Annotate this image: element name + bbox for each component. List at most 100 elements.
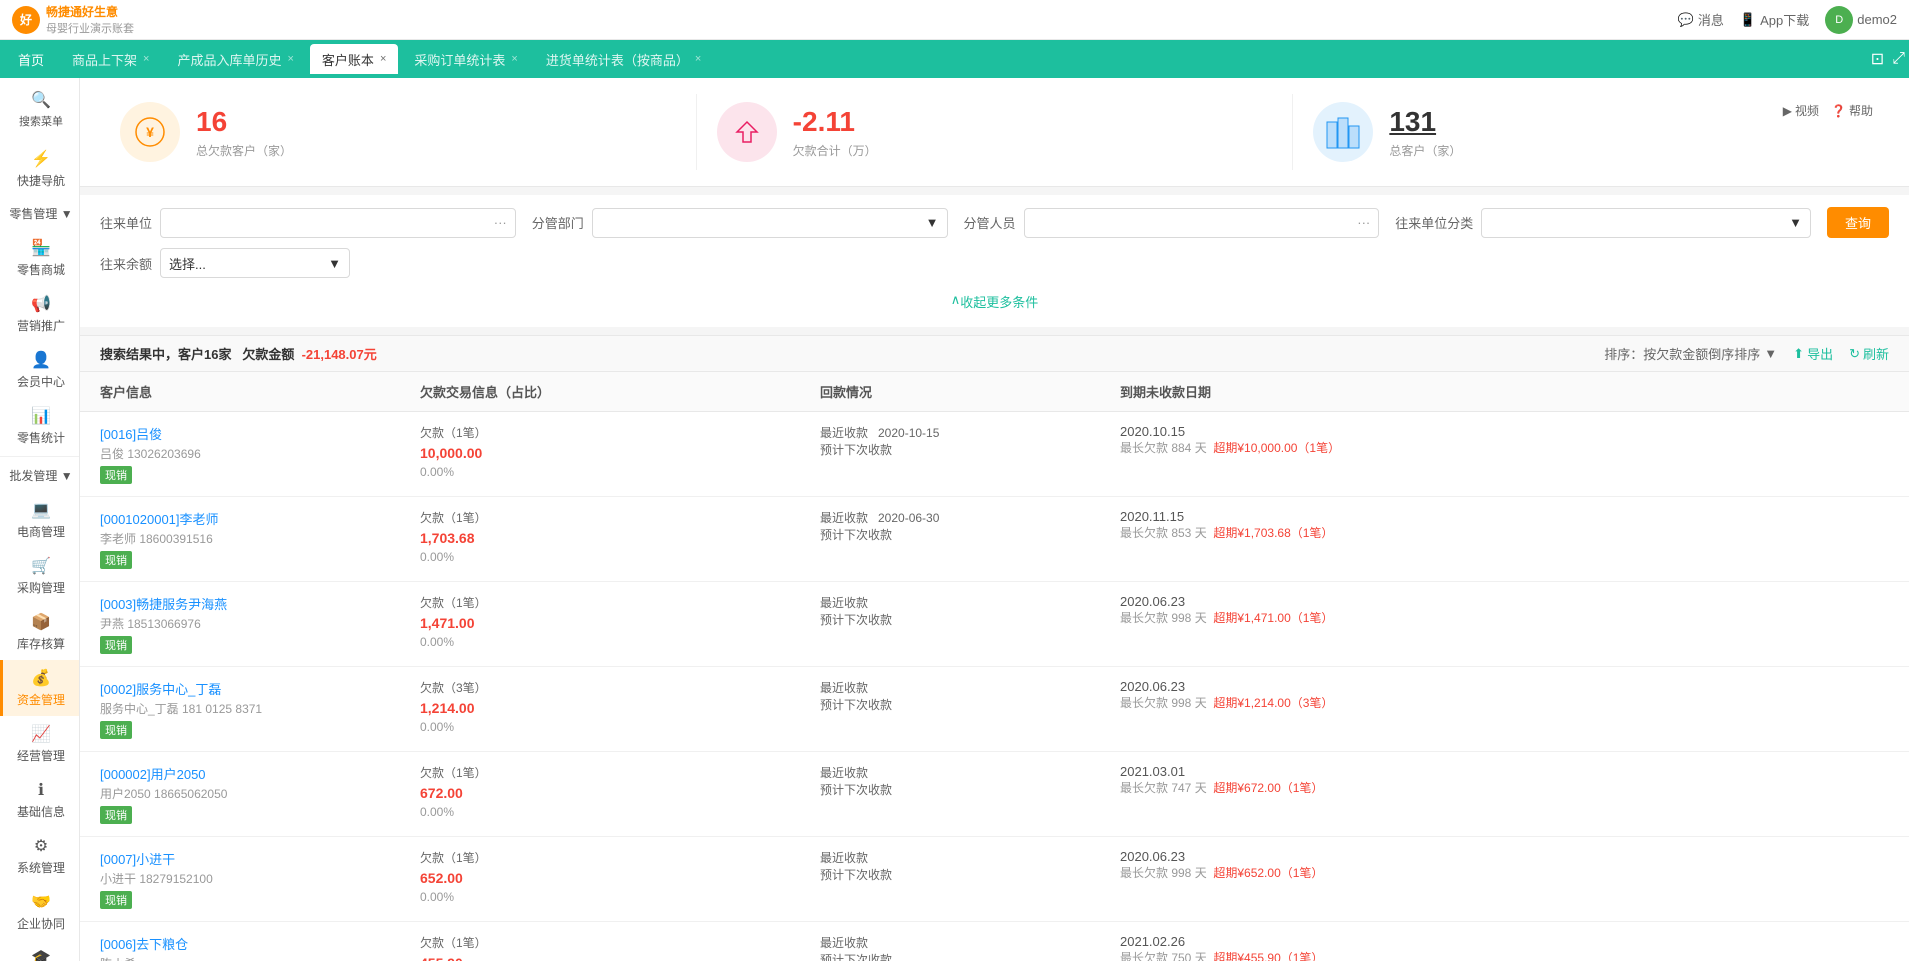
sidebar-item-purchase-mgmt[interactable]: 🛒 采购管理 [0, 548, 79, 604]
refresh-btn[interactable]: ↻ 刷新 [1849, 344, 1889, 363]
system-icon: ⚙ [34, 836, 48, 856]
sidebar-item-operation[interactable]: 📈 经营管理 [0, 716, 79, 772]
filter-select-balance[interactable]: 选择... ▼ [160, 248, 350, 278]
tab-inbound-summary[interactable]: 进货单统计表（按商品） × [534, 44, 713, 74]
sidebar-item-basic-info[interactable]: ℹ 基础信息 [0, 772, 79, 828]
sidebar-item-member-center[interactable]: 👤 会员中心 [0, 342, 79, 398]
repay-next-5: 预计下次收款 [820, 781, 1120, 798]
debt-amount-7: 455.90 [420, 955, 820, 961]
export-btn[interactable]: ⬆ 导出 [1793, 344, 1833, 363]
customer-name-7[interactable]: [0006]去下粮仓 [100, 934, 420, 953]
debt-percent-6: 0.00% [420, 890, 820, 904]
customer-name-6[interactable]: [0007]小进干 [100, 849, 420, 868]
overdue-link-5[interactable]: 超期¥672.00（1笔） [1213, 781, 1323, 795]
customer-name-3[interactable]: [0003]畅捷服务尹海燕 [100, 594, 420, 613]
overdue-link-7[interactable]: 超期¥455.90（1笔） [1213, 951, 1323, 961]
tab-bar-right: ⊡ ⤢ [1871, 49, 1905, 69]
help-btn[interactable]: ❓ 帮助 [1831, 102, 1873, 119]
result-bar: 搜索结果中，客户16家 欠款金额 -21,148.07元 排序：按欠款金额倒序排… [80, 335, 1909, 372]
sidebar-item-quick-nav[interactable]: ⚡ 快捷导航 [0, 141, 79, 197]
debt-percent-3: 0.00% [420, 635, 820, 649]
repay-cell-6: 最近收款 预计下次收款 [820, 849, 1120, 883]
customer-name-1[interactable]: [0016]吕俊 [100, 424, 420, 443]
overdue-link-4[interactable]: 超期¥1,214.00（3笔） [1213, 696, 1333, 710]
tab-customer-account-close[interactable]: × [380, 53, 386, 65]
tab-product-shelf-close[interactable]: × [143, 53, 149, 65]
tab-purchase-summary[interactable]: 采购订单统计表 × [402, 44, 529, 74]
filter-label-person: 分管人员 [964, 213, 1016, 232]
search-button[interactable]: 查询 [1827, 207, 1889, 238]
tab-product-inbound[interactable]: 产成品入库单历史 × [165, 44, 305, 74]
quick-nav-icon: ⚡ [31, 149, 51, 169]
stat-card-actions: ▶ 视频 ❓ 帮助 [1783, 102, 1873, 119]
sidebar: 🔍 搜索菜单 ⚡ 快捷导航 零售管理 ▼ 🏪 零售商城 📢 营销推广 👤 会员中… [0, 78, 80, 961]
purchase-mgmt-icon: 🛒 [31, 556, 51, 576]
basic-info-label: 基础信息 [17, 803, 65, 820]
sidebar-item-ecommerce[interactable]: 💻 电商管理 [0, 492, 79, 548]
filter-item-category: 往来单位分类 ▼ [1395, 208, 1811, 238]
video-btn[interactable]: ▶ 视频 [1783, 102, 1819, 119]
app-download-btn[interactable]: 📱 App下载 [1740, 10, 1809, 29]
filter-input-partner[interactable]: ··· [160, 208, 516, 238]
debt-info-5: 欠款（1笔） [420, 764, 820, 781]
finance-label: 资金管理 [17, 691, 65, 708]
tab-minimize-icon[interactable]: ⊡ [1871, 49, 1884, 69]
sidebar-item-new-guide[interactable]: 🎓 新手引导 [0, 940, 79, 961]
sidebar-search-btn[interactable]: 🔍 搜索菜单 [0, 82, 79, 137]
tab-purchase-summary-close[interactable]: × [511, 53, 517, 65]
sidebar-item-retail-stats[interactable]: 📊 零售统计 [0, 398, 79, 454]
customer-name-4[interactable]: [0002]服务中心_丁磊 [100, 679, 420, 698]
sidebar-item-retail-mall[interactable]: 🏪 零售商城 [0, 230, 79, 286]
overdue-link-3[interactable]: 超期¥1,471.00（1笔） [1213, 611, 1333, 625]
user-area[interactable]: D demo2 [1825, 6, 1897, 34]
repay-next-3: 预计下次收款 [820, 611, 1120, 628]
sidebar-item-enterprise-coop[interactable]: 🤝 企业协同 [0, 884, 79, 940]
sidebar-item-inventory[interactable]: 📦 库存核算 [0, 604, 79, 660]
debt-cell-4: 欠款（3笔） 1,214.00 0.00% [420, 679, 820, 734]
filter-label-dept: 分管部门 [532, 213, 584, 232]
collapse-row[interactable]: ∧ 收起更多条件 [100, 288, 1889, 315]
overdue-link-1[interactable]: 超期¥10,000.00（1笔） [1213, 441, 1340, 455]
overdue-link-2[interactable]: 超期¥1,703.68（1笔） [1213, 526, 1333, 540]
due-cell-2: 2020.11.15 最长欠款 853 天 超期¥1,703.68（1笔） [1120, 509, 1889, 541]
filter-select-dept[interactable]: ▼ [592, 208, 948, 238]
repay-next-2: 预计下次收款 [820, 526, 1120, 543]
tab-bar: 首页 商品上下架 × 产成品入库单历史 × 客户账本 × 采购订单统计表 × 进… [0, 40, 1909, 78]
debt-info-6: 欠款（1笔） [420, 849, 820, 866]
repay-label-2: 最近收款 2020-06-30 [820, 509, 1120, 526]
tab-customer-account[interactable]: 客户账本 × [310, 44, 398, 74]
video-label: 视频 [1795, 102, 1819, 119]
due-cell-7: 2021.02.26 最长欠款 750 天 超期¥455.90（1笔） [1120, 934, 1889, 961]
debt-cell-3: 欠款（1笔） 1,471.00 0.00% [420, 594, 820, 649]
filter-input-person-dots: ··· [1357, 215, 1370, 230]
result-actions: 排序：按欠款金额倒序排序 ▼ ⬆ 导出 ↻ 刷新 [1604, 344, 1889, 363]
customer-name-5[interactable]: [000002]用户2050 [100, 764, 420, 783]
filter-input-person[interactable]: ··· [1024, 208, 1380, 238]
result-amount: -21,148.07元 [302, 347, 377, 362]
sidebar-item-marketing[interactable]: 📢 营销推广 [0, 286, 79, 342]
sidebar-item-system[interactable]: ⚙ 系统管理 [0, 828, 79, 884]
sidebar-item-finance[interactable]: 💰 资金管理 [0, 660, 79, 716]
customer-detail-4: 服务中心_丁磊 181 0125 8371 [100, 700, 420, 717]
sidebar-item-retail-mgmt[interactable]: 零售管理 ▼ [0, 197, 79, 230]
sidebar-item-batch-mgmt[interactable]: 批发管理 ▼ [0, 459, 79, 492]
customer-name-2[interactable]: [0001020001]李老师 [100, 509, 420, 528]
logo-icon: 好 [12, 6, 40, 34]
table-row: [0007]小进干 小进干 18279152100 现销 欠款（1笔） 652.… [80, 837, 1909, 922]
tab-product-shelf[interactable]: 商品上下架 × [60, 44, 161, 74]
purchase-mgmt-label: 采购管理 [17, 579, 65, 596]
tab-inbound-summary-close[interactable]: × [695, 53, 701, 65]
filter-select-category[interactable]: ▼ [1481, 208, 1811, 238]
overdue-link-6[interactable]: 超期¥652.00（1笔） [1213, 866, 1323, 880]
message-btn[interactable]: 💬 消息 [1678, 10, 1724, 29]
due-date-5: 2021.03.01 [1120, 764, 1889, 779]
table-row: [000002]用户2050 用户2050 18665062050 现销 欠款（… [80, 752, 1909, 837]
tab-product-inbound-close[interactable]: × [287, 53, 293, 65]
logo-text: 畅捷通好生意 母婴行业演示账套 [46, 3, 134, 36]
tab-home[interactable]: 首页 [6, 44, 56, 74]
tab-fullscreen-icon[interactable]: ⤢ [1892, 50, 1905, 68]
result-sort[interactable]: 排序：按欠款金额倒序排序 ▼ [1604, 344, 1777, 363]
stat-label-2: 欠款合计（万） [793, 142, 877, 159]
table-row: [0016]吕俊 吕俊 13026203696 现销 欠款（1笔） 10,000… [80, 412, 1909, 497]
debt-percent-1: 0.00% [420, 465, 820, 479]
